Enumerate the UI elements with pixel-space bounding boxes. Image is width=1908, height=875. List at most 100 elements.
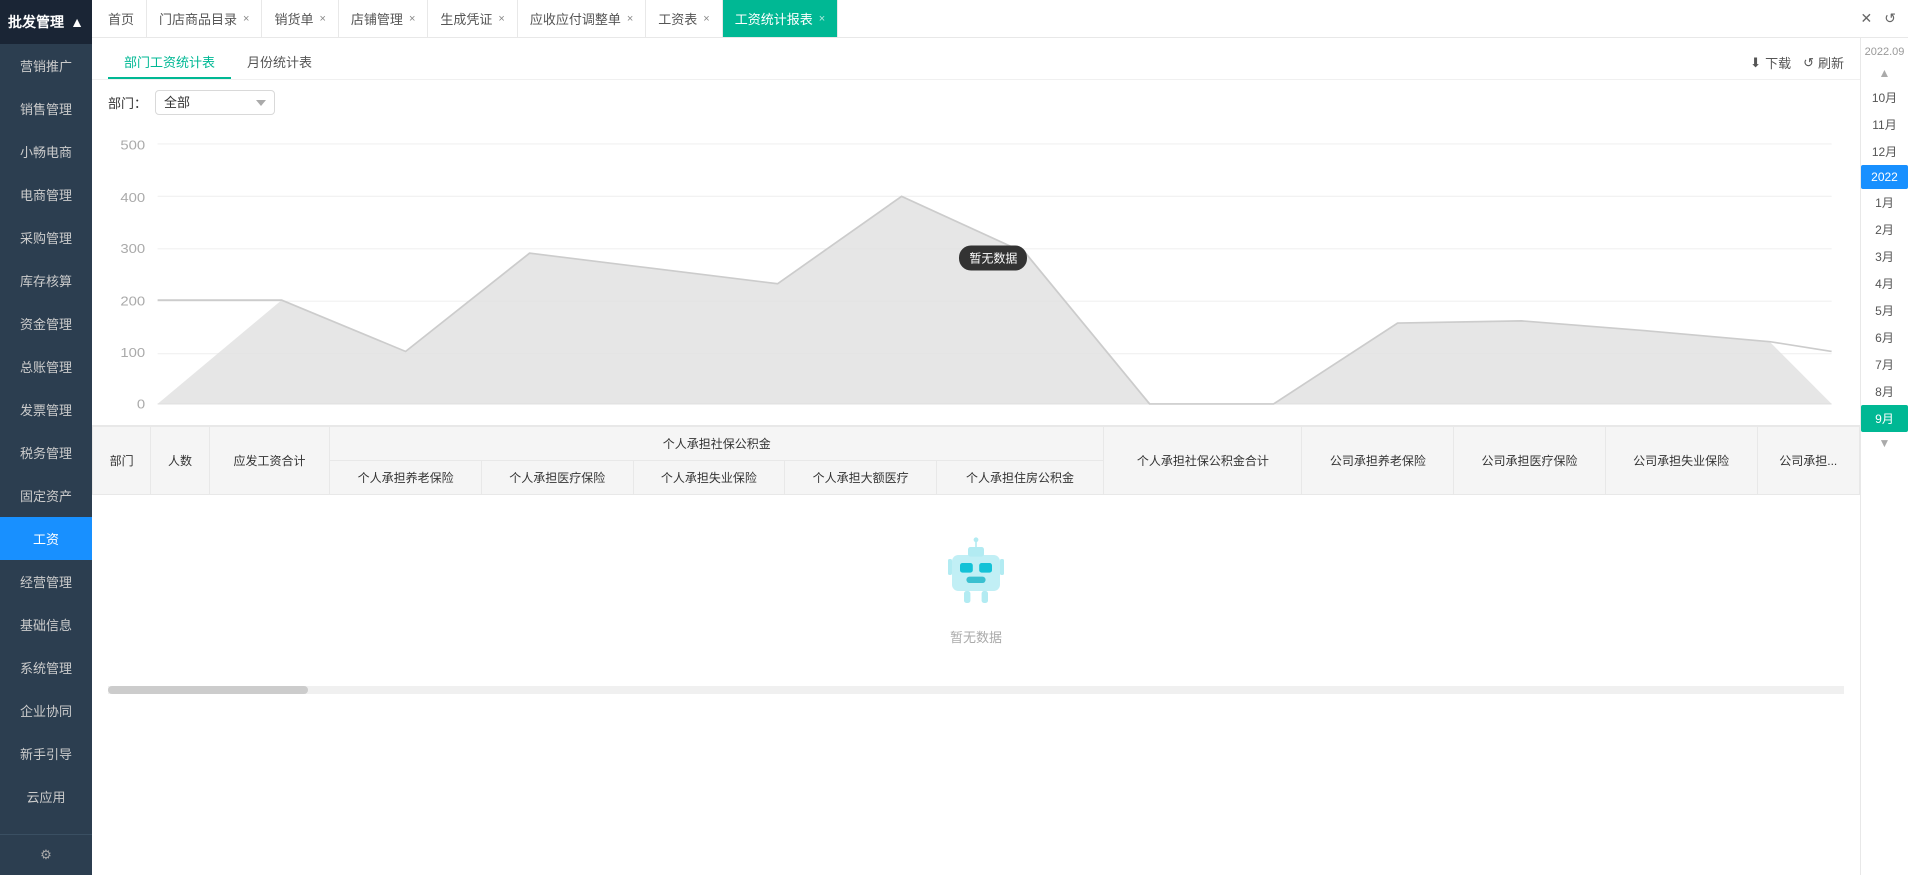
svg-text:0: 0 [137,396,145,411]
cal-month-12[interactable]: 12月 [1861,138,1908,165]
cal-month-9[interactable]: 9月 [1861,405,1908,432]
cal-month-5[interactable]: 5月 [1861,297,1908,324]
sidebar-nav: 营销推广销售管理小畅电商电商管理采购管理库存核算资金管理总账管理发票管理税务管理… [0,44,92,834]
tab-close-store-mgmt[interactable]: × [409,13,415,25]
sidebar-item-gongzi[interactable]: 工资 [0,517,92,560]
tab-close-sales-order[interactable]: × [319,13,325,25]
col-personal-total: 个人承担社保公积金合计 [1104,427,1302,495]
col-dept: 部门 [93,427,151,495]
svg-text:400: 400 [120,190,145,205]
col-personal-unemp: 个人承担失业保险 [633,461,785,495]
h-scrollbar[interactable] [108,686,1844,694]
tab-close-payroll[interactable]: × [703,13,709,25]
sub-tab-dept-stats[interactable]: 部门工资统计表 [108,46,231,79]
sidebar-item-caigou[interactable]: 采购管理 [0,216,92,259]
main-area: 首页门店商品目录×销货单×店铺管理×生成凭证×应收应付调整单×工资表×工资统计报… [92,0,1908,875]
empty-state: 暂无数据 [92,495,1860,686]
sidebar-arrow: ▲ [70,14,84,30]
tab-label-payroll: 工资表 [658,9,697,28]
sidebar-header[interactable]: 批发管理 ▲ [0,0,92,44]
cal-month-7[interactable]: 7月 [1861,351,1908,378]
chart-container: 500 400 300 200 100 0 [108,133,1844,417]
cal-year-2022[interactable]: 2022 [1861,165,1908,189]
chart-section: 500 400 300 200 100 0 [92,125,1860,425]
col-personal-pension: 个人承担养老保险 [330,461,482,495]
empty-icon [936,535,1016,615]
cal-nav-up[interactable]: ▲ [1861,62,1908,84]
tab-sales-order[interactable]: 销货单× [262,0,338,37]
col-personal-housing: 个人承担住房公积金 [936,461,1103,495]
tab-label-home: 首页 [108,9,134,28]
sidebar-item-dianshang[interactable]: 电商管理 [0,173,92,216]
tab-close-payroll-report[interactable]: × [819,13,825,25]
tab-voucher[interactable]: 生成凭证 × [428,0,517,37]
col-count: 人数 [151,427,209,495]
tab-label-store-catalog: 门店商品目录 [159,9,237,28]
dept-filter-select[interactable]: 全部 部门1 部门2 [155,90,275,115]
sub-tabs-left: 部门工资统计表月份统计表 [108,46,328,79]
close-all-button[interactable]: ✕ [1857,8,1877,29]
tab-close-receivable[interactable]: × [627,13,633,25]
refresh-all-button[interactable]: ↺ [1880,8,1900,29]
sidebar-item-yun[interactable]: 云应用 [0,775,92,818]
sidebar-item-fapiao[interactable]: 发票管理 [0,388,92,431]
sub-tabs: 部门工资统计表月份统计表 ⬇ 下载 ↺ 刷新 [92,38,1860,80]
sub-tab-month-stats[interactable]: 月份统计表 [231,46,328,79]
table-section[interactable]: 部门 人数 应发工资合计 个人承担社保公积金 个人承担社保公积金合计 公司承担养… [92,425,1860,875]
cal-month-4[interactable]: 4月 [1861,270,1908,297]
col-company-unemp: 公司承担失业保险 [1605,427,1757,495]
tab-label-payroll-report: 工资统计报表 [735,9,813,28]
sidebar-item-jingying[interactable]: 经营管理 [0,560,92,603]
tab-label-voucher: 生成凭证 [440,9,492,28]
tab-store-mgmt[interactable]: 店铺管理 × [339,0,428,37]
tab-label-store-mgmt: 店铺管理 [351,9,403,28]
cal-month-10[interactable]: 10月 [1861,84,1908,111]
page-body: 部门工资统计表月份统计表 ⬇ 下载 ↺ 刷新 部门： 全部 部 [92,38,1860,875]
tab-close-store-catalog[interactable]: × [243,13,249,25]
cal-nav-down[interactable]: ▼ [1861,432,1908,454]
svg-text:100: 100 [120,345,145,360]
sidebar-item-xiaodian[interactable]: 小畅电商 [0,130,92,173]
chart-svg: 500 400 300 200 100 0 [108,133,1844,417]
tab-close-voucher[interactable]: × [498,13,504,25]
sidebar-item-shuiwu[interactable]: 税务管理 [0,431,92,474]
tab-home[interactable]: 首页 [96,0,147,37]
svg-text:200: 200 [120,293,145,308]
refresh-button[interactable]: ↺ 刷新 [1803,53,1844,72]
svg-text:300: 300 [120,241,145,256]
col-company-medical: 公司承担医疗保险 [1454,427,1606,495]
cal-month-11[interactable]: 11月 [1861,111,1908,138]
h-scrollbar-thumb[interactable] [108,686,308,694]
sidebar: 批发管理 ▲ 营销推广销售管理小畅电商电商管理采购管理库存核算资金管理总账管理发… [0,0,92,875]
tab-payroll[interactable]: 工资表 × [646,0,722,37]
col-group-personal: 个人承担社保公积金 [330,427,1104,461]
download-button[interactable]: ⬇ 下载 [1750,53,1791,72]
filter-row: 部门： 全部 部门1 部门2 [92,80,1860,125]
col-personal-major-med: 个人承担大额医疗 [785,461,937,495]
download-label: 下载 [1765,53,1791,72]
sidebar-item-kucun[interactable]: 库存核算 [0,259,92,302]
tab-bar: 首页门店商品目录×销货单×店铺管理×生成凭证×应收应付调整单×工资表×工资统计报… [92,0,1908,38]
calendar-panel: 2022.09 ▲ 10月 11月 12月 2022 1月 2月 3月 4月 5… [1860,38,1908,875]
sidebar-title: 批发管理 [8,12,64,32]
sidebar-item-xiaoshou[interactable]: 销售管理 [0,87,92,130]
tab-store-catalog[interactable]: 门店商品目录 × [147,0,262,37]
sidebar-item-xitong[interactable]: 系统管理 [0,646,92,689]
sidebar-item-gudingzichan[interactable]: 固定资产 [0,474,92,517]
sidebar-item-jichu[interactable]: 基础信息 [0,603,92,646]
cal-month-8[interactable]: 8月 [1861,378,1908,405]
tab-receivable[interactable]: 应收应付调整单× [518,0,646,37]
content-area: 部门工资统计表月份统计表 ⬇ 下载 ↺ 刷新 部门： 全部 部 [92,38,1908,875]
refresh-label: 刷新 [1818,53,1844,72]
sidebar-item-yingxiao[interactable]: 营销推广 [0,44,92,87]
cal-month-1[interactable]: 1月 [1861,189,1908,216]
sidebar-item-zijin[interactable]: 资金管理 [0,302,92,345]
sidebar-item-zhangzhang[interactable]: 总账管理 [0,345,92,388]
tab-payroll-report[interactable]: 工资统计报表 × [723,0,838,37]
sidebar-item-qiye[interactable]: 企业协同 [0,689,92,732]
cal-month-3[interactable]: 3月 [1861,243,1908,270]
cal-month-2[interactable]: 2月 [1861,216,1908,243]
sidebar-item-xinshou[interactable]: 新手引导 [0,732,92,775]
settings-button[interactable]: ⚙ [0,834,92,875]
cal-month-6[interactable]: 6月 [1861,324,1908,351]
